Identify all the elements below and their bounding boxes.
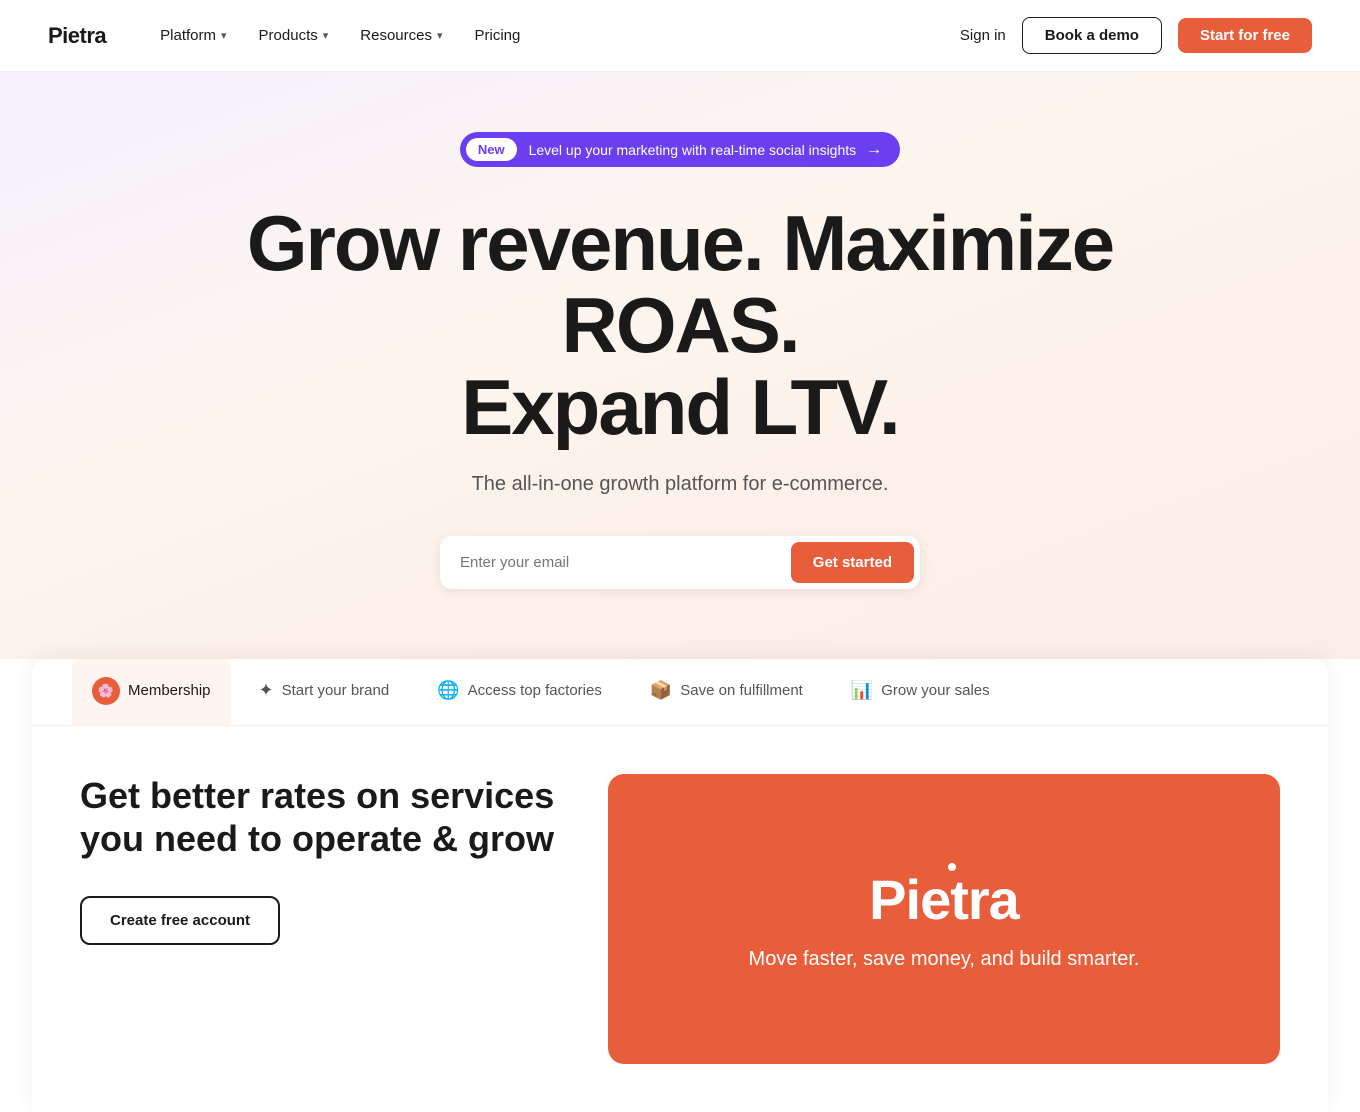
membership-content-title: Get better rates on services you need to… [80, 774, 560, 860]
pietra-card-logo: Pietra [869, 867, 1019, 932]
tabs-section: 🌸 Membership ✦ Start your brand 🌐 Access… [32, 659, 1328, 1112]
create-free-account-button[interactable]: Create free account [80, 896, 280, 945]
badge-text: Level up your marketing with real-time s… [529, 142, 857, 158]
chevron-down-icon: ▾ [323, 29, 329, 42]
nav-links: Platform ▾ Products ▾ Resources ▾ Pricin… [146, 19, 960, 52]
chevron-down-icon: ▾ [221, 29, 227, 42]
email-form: Get started [440, 536, 920, 589]
hero-title: Grow revenue. Maximize ROAS. Expand LTV. [230, 203, 1130, 449]
membership-card: Pietra Move faster, save money, and buil… [608, 774, 1280, 1064]
tab-start-brand[interactable]: ✦ Start your brand [239, 662, 410, 721]
nav-item-products[interactable]: Products ▾ [245, 19, 343, 52]
book-demo-button[interactable]: Book a demo [1022, 17, 1162, 54]
hero-section: New Level up your marketing with real-ti… [0, 72, 1360, 659]
tab-top-factories[interactable]: 🌐 Access top factories [417, 662, 622, 721]
content-left: Get better rates on services you need to… [80, 774, 560, 945]
sparkle-icon: ✦ [259, 680, 274, 701]
chevron-down-icon: ▾ [437, 29, 443, 42]
tab-grow-sales[interactable]: 📊 Grow your sales [831, 662, 1010, 721]
badge-new-label: New [466, 138, 517, 161]
globe-icon: 🌐 [437, 680, 459, 701]
navbar: Pietra Platform ▾ Products ▾ Resources ▾… [0, 0, 1360, 72]
box-icon: 📦 [650, 680, 672, 701]
get-started-button[interactable]: Get started [791, 542, 914, 583]
nav-right: Sign in Book a demo Start for free [960, 17, 1312, 54]
arrow-icon: → [866, 141, 882, 159]
membership-icon: 🌸 [92, 677, 120, 705]
hero-subtitle: The all-in-one growth platform for e-com… [472, 473, 889, 496]
site-logo[interactable]: Pietra [48, 23, 106, 49]
sign-in-link[interactable]: Sign in [960, 27, 1006, 44]
nav-item-pricing[interactable]: Pricing [461, 19, 535, 52]
nav-item-resources[interactable]: Resources ▾ [346, 19, 456, 52]
tab-fulfillment[interactable]: 📦 Save on fulfillment [630, 662, 823, 721]
start-for-free-button[interactable]: Start for free [1178, 18, 1312, 53]
email-input[interactable] [460, 554, 791, 571]
hero-badge[interactable]: New Level up your marketing with real-ti… [460, 132, 900, 167]
nav-item-platform[interactable]: Platform ▾ [146, 19, 240, 52]
tab-content-area: Get better rates on services you need to… [32, 726, 1328, 1112]
card-tagline: Move faster, save money, and build smart… [749, 948, 1140, 971]
chart-icon: 📊 [851, 680, 873, 701]
tab-membership[interactable]: 🌸 Membership [72, 659, 231, 725]
tabs-bar: 🌸 Membership ✦ Start your brand 🌐 Access… [32, 659, 1328, 726]
